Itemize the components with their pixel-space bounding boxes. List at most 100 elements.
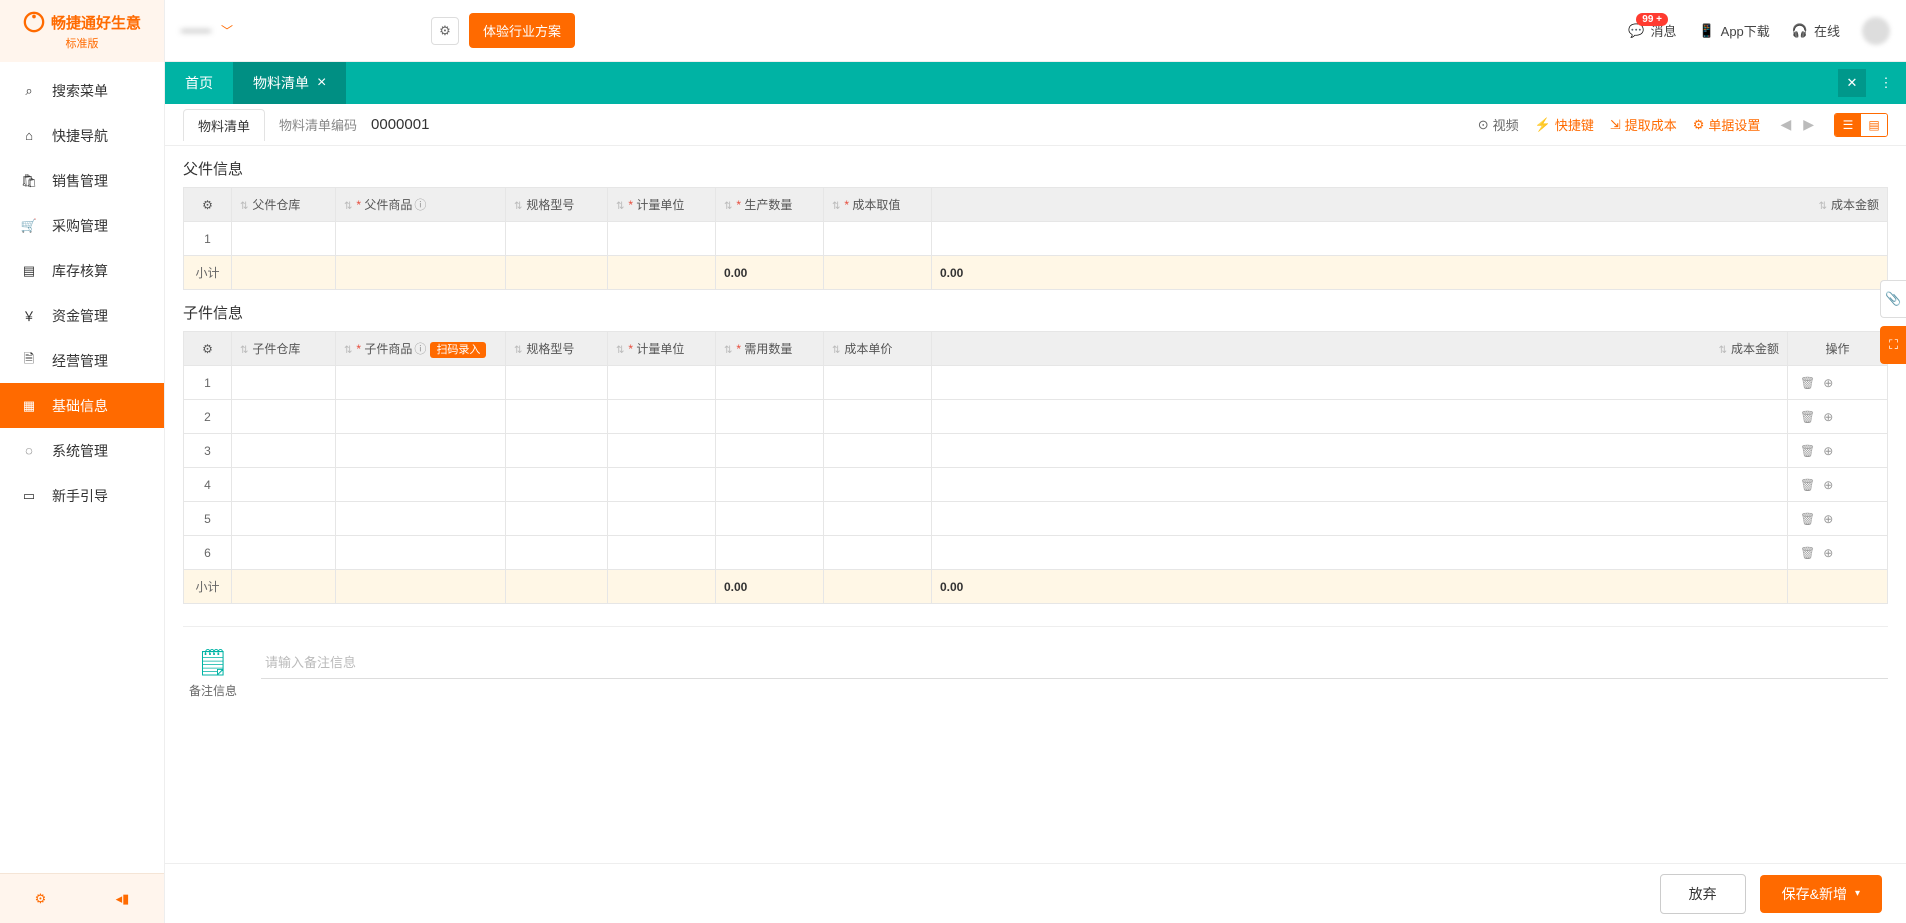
search-icon: ⌕	[20, 82, 38, 100]
tenant-name: ——	[181, 22, 211, 39]
tabs-more-button[interactable]: ⋮	[1872, 69, 1900, 97]
sidebar-item-system[interactable]: ◌系统管理	[0, 428, 164, 473]
grid-icon: ▦	[20, 397, 38, 415]
add-row-icon[interactable]: ⊕	[1823, 478, 1833, 492]
tabs-bar: 首页 物料清单 × ✕ ⋮	[165, 62, 1906, 104]
child-col-warehouse[interactable]: ⇅子件仓库	[232, 332, 336, 366]
delete-row-icon[interactable]: 🗑	[1800, 410, 1815, 424]
child-row[interactable]: 2🗑⊕	[184, 400, 1888, 434]
add-row-icon[interactable]: ⊕	[1823, 444, 1833, 458]
child-col-qty[interactable]: ⇅需用数量	[716, 332, 824, 366]
child-section-title: 子件信息	[183, 302, 1888, 323]
child-col-price[interactable]: ⇅成本单价	[824, 332, 932, 366]
tab-close-icon[interactable]: ×	[317, 74, 326, 92]
child-row[interactable]: 4🗑⊕	[184, 468, 1888, 502]
save-and-new-button[interactable]: 保存&新增 ▾	[1760, 875, 1882, 913]
extract-cost-link[interactable]: ⇲提取成本	[1610, 115, 1677, 134]
footer-bar: 放弃 保存&新增 ▾	[165, 863, 1906, 923]
online-support-link[interactable]: 🎧 在线	[1792, 21, 1840, 40]
messages-link[interactable]: 💬 消息 99 +	[1628, 21, 1676, 40]
delete-row-icon[interactable]: 🗑	[1800, 478, 1815, 492]
parent-col-costmode[interactable]: ⇅成本取值	[824, 188, 932, 222]
delete-row-icon[interactable]: 🗑	[1800, 546, 1815, 560]
box-icon: ▤	[20, 262, 38, 280]
fullscreen-button[interactable]: ⛶	[1880, 326, 1906, 364]
add-row-icon[interactable]: ⊕	[1823, 512, 1833, 526]
child-col-unit[interactable]: ⇅计量单位	[608, 332, 716, 366]
home-icon: ⌂	[20, 127, 38, 145]
scan-input-tag[interactable]: 扫码录入	[430, 342, 486, 358]
parent-row[interactable]: 1	[184, 222, 1888, 256]
parent-col-qty[interactable]: ⇅生产数量	[716, 188, 824, 222]
sidebar-item-operation[interactable]: 🗎经营管理	[0, 338, 164, 383]
parent-col-spec[interactable]: ⇅规格型号	[506, 188, 608, 222]
add-row-icon[interactable]: ⊕	[1823, 546, 1833, 560]
gear-small-icon: ◌	[20, 442, 38, 460]
child-row[interactable]: 6🗑⊕	[184, 536, 1888, 570]
child-table: ⚙ ⇅子件仓库 ⇅子件商品ⓘ扫码录入 ⇅规格型号 ⇅计量单位 ⇅需用数量 ⇅成本…	[183, 331, 1888, 604]
notes-icon: 🗒	[196, 647, 229, 678]
parent-subtotal-row: 小计 0.00 0.00	[184, 256, 1888, 290]
sidebar-item-inventory[interactable]: ▤库存核算	[0, 248, 164, 293]
cart-icon: 🛍	[20, 172, 38, 190]
child-col-gear[interactable]: ⚙	[184, 332, 232, 366]
sidebar-item-purchase[interactable]: 🛒采购管理	[0, 203, 164, 248]
parent-table: ⚙ ⇅父件仓库 ⇅父件商品ⓘ ⇅规格型号 ⇅计量单位 ⇅生产数量 ⇅成本取值 ⇅…	[183, 187, 1888, 290]
bolt-icon: ⚡	[1535, 117, 1551, 133]
content-area: 父件信息 ⚙ ⇅父件仓库 ⇅父件商品ⓘ ⇅规格型号 ⇅计量单位 ⇅生产数量 ⇅成…	[165, 146, 1906, 863]
remarks-input[interactable]	[261, 647, 1888, 679]
sidebar: 畅捷通好生意 标准版 ⌕搜索菜单 ⌂快捷导航 🛍销售管理 🛒采购管理 ▤库存核算…	[0, 0, 165, 923]
app-download-link[interactable]: 📱 App下载	[1698, 21, 1769, 40]
help-icon[interactable]: ⓘ	[414, 198, 426, 212]
sidebar-item-baseinfo[interactable]: ▦基础信息	[0, 383, 164, 428]
remarks-section: 🗒 备注信息	[183, 626, 1888, 699]
parent-col-warehouse[interactable]: ⇅父件仓库	[232, 188, 336, 222]
parent-col-amount[interactable]: ⇅成本金额	[932, 188, 1888, 222]
delete-row-icon[interactable]: 🗑	[1800, 512, 1815, 526]
parent-col-gear[interactable]: ⚙	[184, 188, 232, 222]
trial-button[interactable]: 体验行业方案	[469, 13, 575, 48]
tenant-selector[interactable]: —— ﹀	[181, 22, 421, 39]
video-link[interactable]: ⊙视频	[1478, 115, 1519, 134]
collapse-icon[interactable]: ◂▮	[116, 891, 130, 907]
sidebar-nav: ⌕搜索菜单 ⌂快捷导航 🛍销售管理 🛒采购管理 ▤库存核算 ￥资金管理 🗎经营管…	[0, 62, 164, 873]
view-list-button[interactable]: ▤	[1861, 114, 1887, 136]
tenant-settings-button[interactable]: ⚙	[431, 17, 459, 45]
settings-icon[interactable]: ⚙	[35, 891, 47, 907]
record-nav: ◀ ▶	[1776, 116, 1818, 133]
add-row-icon[interactable]: ⊕	[1823, 376, 1833, 390]
topbar: —— ﹀ ⚙ 体验行业方案 💬 消息 99 + 📱 App下载 🎧 在线	[165, 0, 1906, 62]
view-form-button[interactable]: ☰	[1835, 114, 1861, 136]
tab-home[interactable]: 首页	[165, 62, 233, 104]
doc-type-tab[interactable]: 物料清单	[183, 109, 265, 141]
next-record-button[interactable]: ▶	[1799, 116, 1818, 133]
parent-section-title: 父件信息	[183, 158, 1888, 179]
tabs-close-all-button[interactable]: ✕	[1838, 69, 1866, 97]
discard-button[interactable]: 放弃	[1660, 874, 1746, 914]
child-row[interactable]: 3🗑⊕	[184, 434, 1888, 468]
attachment-button[interactable]: 📎	[1880, 280, 1906, 318]
doc-settings-link[interactable]: ⚙单据设置	[1693, 115, 1761, 134]
sidebar-item-guide[interactable]: ▭新手引导	[0, 473, 164, 518]
shortcut-link[interactable]: ⚡快捷键	[1535, 115, 1594, 134]
delete-row-icon[interactable]: 🗑	[1800, 376, 1815, 390]
parent-col-unit[interactable]: ⇅计量单位	[608, 188, 716, 222]
page-header: 物料清单 物料清单编码 0000001 ⊙视频 ⚡快捷键 ⇲提取成本 ⚙单据设置…	[165, 104, 1906, 146]
prev-record-button[interactable]: ◀	[1776, 116, 1795, 133]
sidebar-item-search[interactable]: ⌕搜索菜单	[0, 68, 164, 113]
delete-row-icon[interactable]: 🗑	[1800, 444, 1815, 458]
sidebar-item-sales[interactable]: 🛍销售管理	[0, 158, 164, 203]
child-col-amount[interactable]: ⇅成本金额	[932, 332, 1788, 366]
gear-outline-icon: ⚙	[1693, 117, 1705, 133]
help-icon[interactable]: ⓘ	[414, 342, 426, 356]
parent-col-product[interactable]: ⇅父件商品ⓘ	[336, 188, 506, 222]
user-avatar[interactable]	[1862, 17, 1890, 45]
sidebar-item-fund[interactable]: ￥资金管理	[0, 293, 164, 338]
child-row[interactable]: 5🗑⊕	[184, 502, 1888, 536]
add-row-icon[interactable]: ⊕	[1823, 410, 1833, 424]
tab-bom[interactable]: 物料清单 ×	[233, 62, 346, 104]
sidebar-item-quicknav[interactable]: ⌂快捷导航	[0, 113, 164, 158]
child-row[interactable]: 1🗑⊕	[184, 366, 1888, 400]
child-col-spec[interactable]: ⇅规格型号	[506, 332, 608, 366]
child-col-product[interactable]: ⇅子件商品ⓘ扫码录入	[336, 332, 506, 366]
